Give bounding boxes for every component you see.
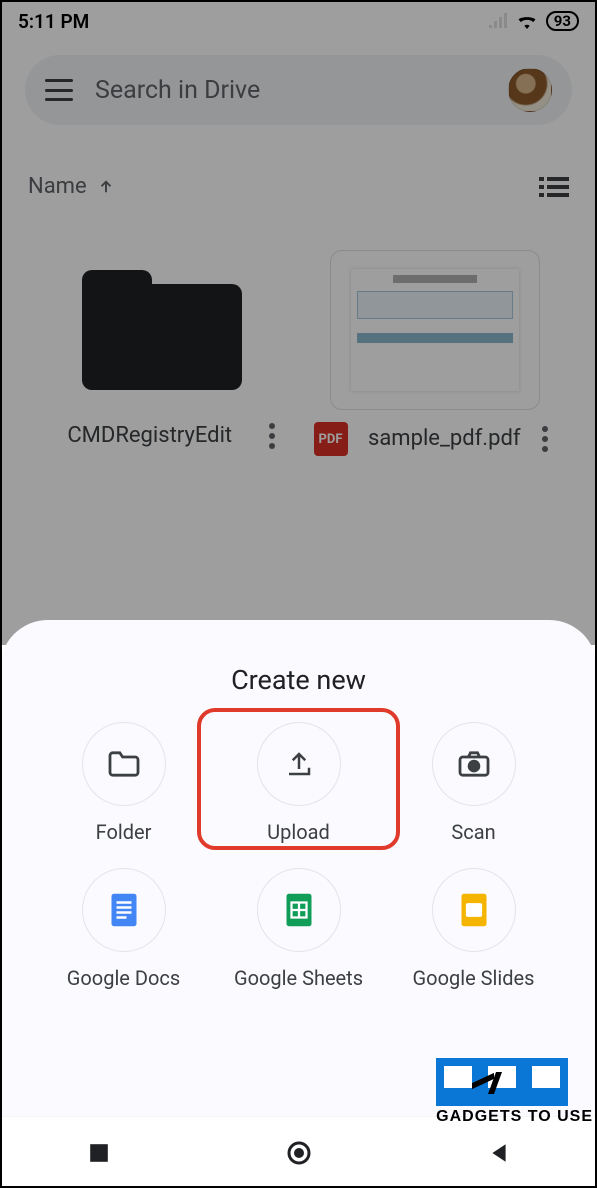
sheet-item-label: Google Sheets (234, 966, 363, 990)
sheet-item-label: Scan (451, 820, 495, 844)
watermark-text: GADGETS TO USE (436, 1108, 593, 1126)
sheet-item-label: Upload (267, 820, 330, 844)
nav-recent-icon[interactable] (88, 1142, 110, 1164)
create-slides-button[interactable]: Google Slides (386, 868, 561, 990)
signal-icon (488, 13, 508, 29)
create-scan-button[interactable]: Scan (386, 722, 561, 844)
sheet-item-label: Google Docs (67, 966, 180, 990)
nav-home-icon[interactable] (285, 1139, 313, 1167)
nav-back-icon[interactable] (488, 1142, 510, 1164)
wifi-icon (516, 13, 538, 29)
create-docs-button[interactable]: Google Docs (36, 868, 211, 990)
create-sheets-button[interactable]: Google Sheets (211, 868, 386, 990)
watermark: GADGETS TO USE (436, 1058, 593, 1126)
system-nav-bar (0, 1116, 597, 1188)
camera-icon (457, 750, 491, 778)
folder-outline-icon (107, 750, 141, 778)
create-folder-button[interactable]: Folder (36, 722, 211, 844)
battery-indicator: 93 (546, 11, 579, 31)
google-docs-icon (109, 891, 139, 929)
create-upload-button[interactable]: Upload (211, 722, 386, 844)
google-slides-icon (459, 891, 489, 929)
sheet-title: Create new (0, 664, 597, 696)
google-sheets-icon (284, 891, 314, 929)
status-time: 5:11 PM (18, 10, 89, 33)
sheet-item-label: Google Slides (413, 966, 535, 990)
modal-scrim[interactable] (0, 0, 597, 645)
status-bar: 5:11 PM 93 (0, 6, 597, 36)
upload-icon (284, 749, 314, 779)
sheet-item-label: Folder (96, 820, 152, 844)
